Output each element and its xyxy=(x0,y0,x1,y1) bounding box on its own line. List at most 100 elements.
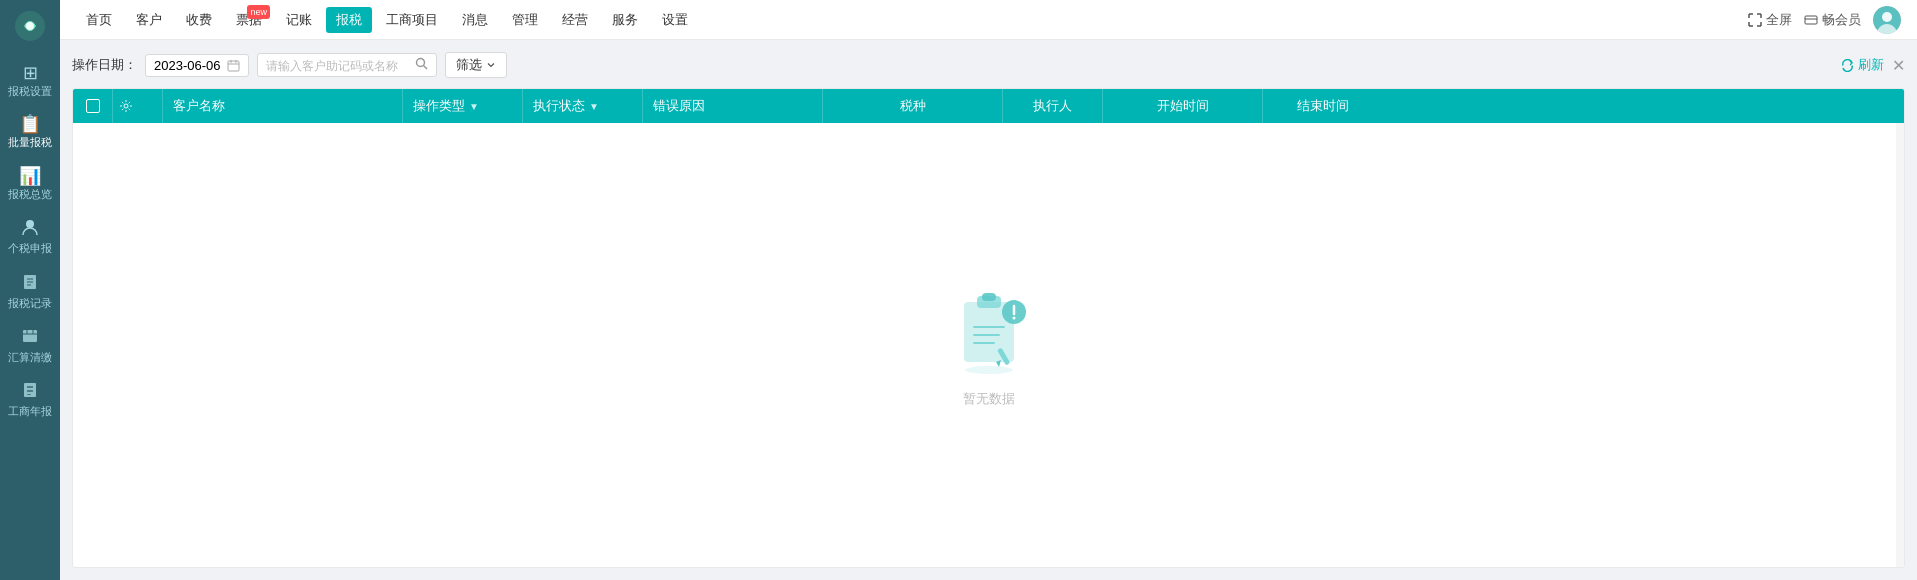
svg-rect-27 xyxy=(982,293,996,301)
search-icon-btn[interactable] xyxy=(415,57,428,73)
overview-icon: 📊 xyxy=(19,167,41,185)
sidebar-item-geshuishenbao[interactable]: 个税申报 xyxy=(0,210,60,264)
person-tax-icon xyxy=(21,218,39,239)
topnav-item-kehu[interactable]: 客户 xyxy=(126,7,172,33)
svg-rect-15 xyxy=(1805,16,1817,24)
sidebar-item-baoshuijilu-label: 报税记录 xyxy=(8,296,52,311)
sidebar-item-gongshangnianbao-label: 工商年报 xyxy=(8,404,52,419)
topnav-item-gongshangxiangmu[interactable]: 工商项目 xyxy=(376,7,448,33)
th-zhixingren-label: 执行人 xyxy=(1033,97,1072,115)
svg-point-24 xyxy=(124,104,128,108)
sidebar-item-geshuishenbao-label: 个税申报 xyxy=(8,241,52,256)
batch-tax-icon: 📋 xyxy=(19,115,41,133)
main-area: 首页 客户 收费 票据 new 记账 报税 工商项目 消息 xyxy=(60,0,1917,580)
topnav-item-jizhang[interactable]: 记账 xyxy=(276,7,322,33)
th-shuizhong: 税种 xyxy=(823,89,1003,123)
date-label: 操作日期： xyxy=(72,56,137,74)
th-kehumingcheng: 客户名称 xyxy=(163,89,403,123)
sidebar-item-huisuanjiaona[interactable]: 汇算清缴 xyxy=(0,319,60,373)
sidebar-item-piliangbaoshui[interactable]: 📋 批量报税 xyxy=(0,107,60,158)
record-icon xyxy=(21,273,39,294)
user-avatar[interactable] xyxy=(1873,6,1901,34)
vip-button[interactable]: 畅会员 xyxy=(1804,11,1861,29)
scrollbar[interactable] xyxy=(1896,123,1904,567)
svg-rect-18 xyxy=(228,61,239,71)
topnav-item-fuwu[interactable]: 服务 xyxy=(602,7,648,33)
th-kaishishijian: 开始时间 xyxy=(1103,89,1263,123)
table-body: 暂无数据 xyxy=(73,123,1904,567)
th-checkbox[interactable] xyxy=(73,89,113,123)
search-icon xyxy=(415,57,428,70)
topnav-item-shouye[interactable]: 首页 xyxy=(76,7,122,33)
filter-button[interactable]: 筛选 xyxy=(445,52,507,78)
svg-point-17 xyxy=(1882,12,1892,22)
th-shuizhong-label: 税种 xyxy=(900,97,926,115)
svg-line-23 xyxy=(423,66,427,70)
app-logo[interactable] xyxy=(12,8,48,44)
sidebar-item-baoshuijilu[interactable]: 报税记录 xyxy=(0,265,60,319)
topnav-item-xiaoxi[interactable]: 消息 xyxy=(452,7,498,33)
sidebar-item-huisuanjiaona-label: 汇算清缴 xyxy=(8,350,52,365)
empty-state: 暂无数据 xyxy=(939,282,1039,408)
settlement-icon xyxy=(21,327,39,348)
topnav-item-guanli[interactable]: 管理 xyxy=(502,7,548,33)
th-kehumingcheng-label: 客户名称 xyxy=(173,97,225,115)
date-picker[interactable]: 2023-06-06 xyxy=(145,54,249,77)
topnav-item-baoshui[interactable]: 报税 xyxy=(326,7,372,33)
topnav-item-shezhi[interactable]: 设置 xyxy=(652,7,698,33)
th-zhixingzhuangtai-label: 执行状态 xyxy=(533,97,585,115)
empty-text: 暂无数据 xyxy=(963,390,1015,408)
topnav-item-jingying[interactable]: 经营 xyxy=(552,7,598,33)
fullscreen-button[interactable]: 全屏 xyxy=(1748,11,1792,29)
sidebar-item-piliangbaoshui-label: 批量报税 xyxy=(8,135,52,150)
caozuoleixing-filter-icon[interactable]: ▼ xyxy=(469,101,479,112)
th-cuowuyuanyin-label: 错误原因 xyxy=(653,97,705,115)
search-box[interactable] xyxy=(257,53,437,77)
sidebar-item-baoshuizonglan[interactable]: 📊 报税总览 xyxy=(0,159,60,210)
th-cuowuyuanyin: 错误原因 xyxy=(643,89,823,123)
refresh-label: 刷新 xyxy=(1858,56,1884,74)
filter-label: 筛选 xyxy=(456,56,482,74)
vip-icon xyxy=(1804,13,1818,27)
th-settings xyxy=(113,89,163,123)
svg-point-33 xyxy=(1012,317,1015,320)
table-header: 客户名称 操作类型 ▼ 执行状态 ▼ 错误原因 税种 执行人 xyxy=(73,89,1904,123)
svg-rect-13 xyxy=(27,390,33,392)
close-button[interactable]: ✕ xyxy=(1892,56,1905,75)
topnav: 首页 客户 收费 票据 new 记账 报税 工商项目 消息 xyxy=(60,0,1917,40)
th-zhixingzhuangtai: 执行状态 ▼ xyxy=(523,89,643,123)
topnav-item-shoufei[interactable]: 收费 xyxy=(176,7,222,33)
search-input[interactable] xyxy=(266,58,415,73)
topnav-item-piaoju[interactable]: 票据 new xyxy=(226,7,272,33)
th-jieshushijian: 结束时间 xyxy=(1263,89,1383,123)
svg-rect-12 xyxy=(27,386,33,388)
empty-illustration xyxy=(939,282,1039,382)
svg-rect-7 xyxy=(23,330,37,342)
select-all-checkbox[interactable] xyxy=(86,99,100,113)
new-badge: new xyxy=(247,5,270,19)
chevron-down-icon xyxy=(486,60,496,70)
refresh-icon xyxy=(1841,59,1854,72)
sidebar-item-gongshangnianbao[interactable]: 工商年报 xyxy=(0,373,60,427)
toolbar: 操作日期： 2023-06-06 xyxy=(72,52,1905,78)
table-container: 客户名称 操作类型 ▼ 执行状态 ▼ 错误原因 税种 执行人 xyxy=(72,88,1905,568)
settings-icon: ⊞ xyxy=(23,64,38,82)
sidebar-item-baoshuishezhi-label: 报税设置 xyxy=(8,84,52,99)
svg-rect-14 xyxy=(27,394,31,395)
topnav-right: 全屏 畅会员 xyxy=(1748,6,1901,34)
sidebar: ⊞ 报税设置 📋 批量报税 📊 报税总览 个税申报 报税记录 xyxy=(0,0,60,580)
calendar-icon xyxy=(227,59,240,72)
settings-icon xyxy=(119,99,133,113)
svg-point-1 xyxy=(26,22,34,30)
th-jieshushijian-label: 结束时间 xyxy=(1297,97,1349,115)
svg-point-22 xyxy=(416,59,424,67)
sidebar-item-baoshuizonglan-label: 报税总览 xyxy=(8,187,52,202)
sidebar-item-baoshuishezhi[interactable]: ⊞ 报税设置 xyxy=(0,56,60,107)
topnav-items: 首页 客户 收费 票据 new 记账 报税 工商项目 消息 xyxy=(76,7,1748,33)
svg-point-2 xyxy=(26,220,34,228)
content: 操作日期： 2023-06-06 xyxy=(60,40,1917,580)
th-caozuoleixing-label: 操作类型 xyxy=(413,97,465,115)
refresh-button[interactable]: 刷新 xyxy=(1841,56,1884,74)
zhixingzhuangtai-filter-icon[interactable]: ▼ xyxy=(589,101,599,112)
th-zhixingren: 执行人 xyxy=(1003,89,1103,123)
